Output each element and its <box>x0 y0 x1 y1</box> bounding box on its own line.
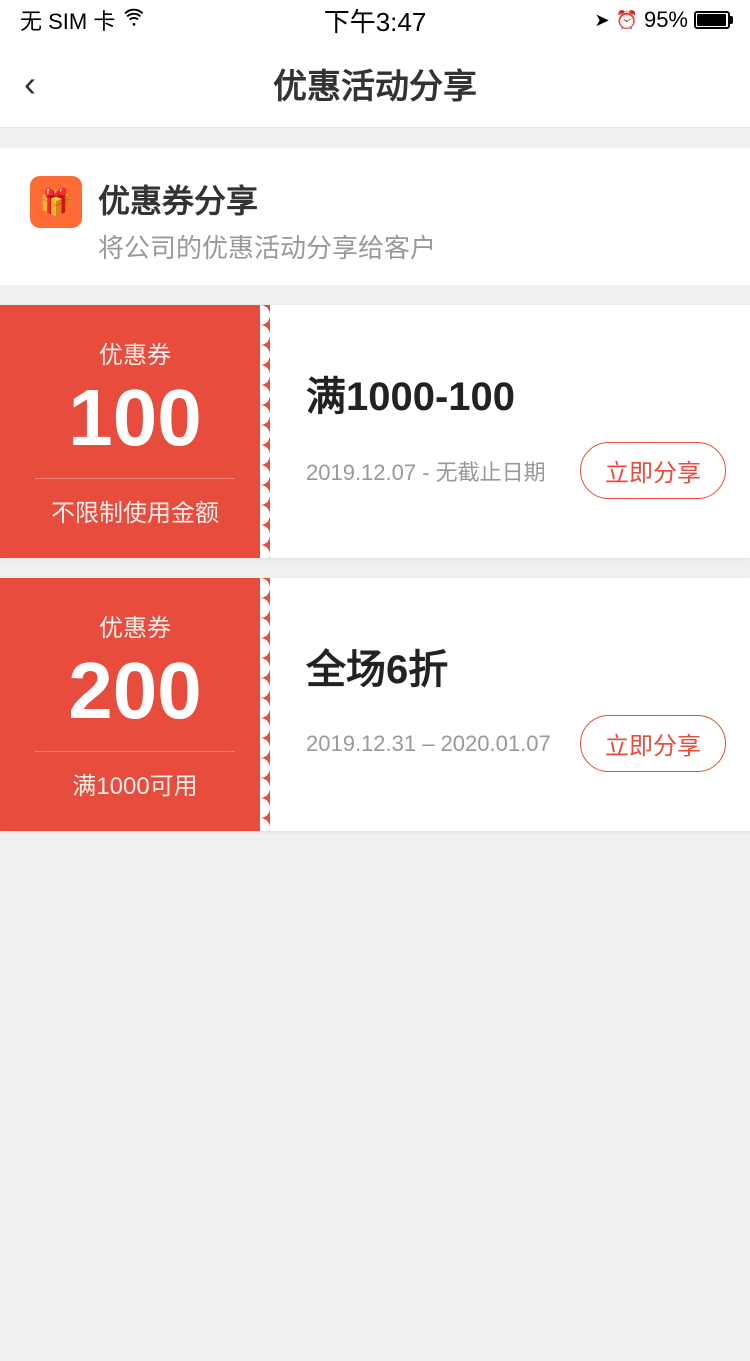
coupon-divider-0 <box>35 478 235 479</box>
coupon-condition-1: 满1000可用 <box>72 766 197 801</box>
status-time: 下午3:47 <box>324 2 427 39</box>
share-button-1[interactable]: 立即分享 <box>580 715 726 772</box>
section-title: 优惠券分享 <box>98 176 436 222</box>
coupon-right-0: 满1000-100 2019.12.07 - 无截止日期 立即分享 <box>270 305 750 558</box>
coupon-name-0: 满1000-100 <box>306 364 726 422</box>
nav-bar: ‹ 优惠活动分享 <box>0 40 750 128</box>
share-button-0[interactable]: 立即分享 <box>580 442 726 499</box>
coupon-date-0: 2019.12.07 - 无截止日期 <box>306 455 546 487</box>
section-text: 优惠券分享 将公司的优惠活动分享给客户 <box>98 176 436 265</box>
coupon-meta-0: 2019.12.07 - 无截止日期 立即分享 <box>306 442 726 499</box>
section-subtitle: 将公司的优惠活动分享给客户 <box>98 228 436 265</box>
coupon-condition-0: 不限制使用金额 <box>51 493 219 528</box>
coupon-list: 优惠券 100 不限制使用金额 满1000-100 2019.12.07 - 无… <box>0 305 750 861</box>
coupon-card: 优惠券 200 满1000可用 全场6折 2019.12.31 – 2020.0… <box>0 578 750 831</box>
coupon-card: 优惠券 100 不限制使用金额 满1000-100 2019.12.07 - 无… <box>0 305 750 558</box>
location-icon: ➤ <box>594 10 609 31</box>
coupon-left-1: 优惠券 200 满1000可用 <box>0 578 270 831</box>
coupon-left-0: 优惠券 100 不限制使用金额 <box>0 305 270 558</box>
battery-icon <box>694 11 730 29</box>
coupon-date-1: 2019.12.31 – 2020.01.07 <box>306 731 551 757</box>
alarm-icon: ⏰ <box>616 10 638 31</box>
wifi-icon <box>123 6 145 34</box>
status-left: 无 SIM 卡 <box>20 4 145 36</box>
coupon-right-1: 全场6折 2019.12.31 – 2020.01.07 立即分享 <box>270 578 750 831</box>
coupon-divider-1 <box>35 751 235 752</box>
battery-percentage: 95% <box>644 7 688 33</box>
coupon-amount-1: 200 <box>68 651 201 731</box>
page-title: 优惠活动分享 <box>273 59 477 108</box>
status-bar: 无 SIM 卡 下午3:47 ➤ ⏰ 95% <box>0 0 750 40</box>
coupon-amount-0: 100 <box>68 378 201 458</box>
coupon-meta-1: 2019.12.31 – 2020.01.07 立即分享 <box>306 715 726 772</box>
empty-area <box>0 861 750 1361</box>
coupon-label-1: 优惠券 <box>99 608 171 643</box>
coupon-label-0: 优惠券 <box>99 335 171 370</box>
coupon-name-1: 全场6折 <box>306 637 726 695</box>
carrier-text: 无 SIM 卡 <box>20 4 115 36</box>
coupon-share-icon: 🎁 <box>30 176 82 228</box>
back-button[interactable]: ‹ <box>24 63 36 105</box>
status-right: ➤ ⏰ 95% <box>594 7 730 33</box>
section-header: 🎁 优惠券分享 将公司的优惠活动分享给客户 <box>0 148 750 285</box>
